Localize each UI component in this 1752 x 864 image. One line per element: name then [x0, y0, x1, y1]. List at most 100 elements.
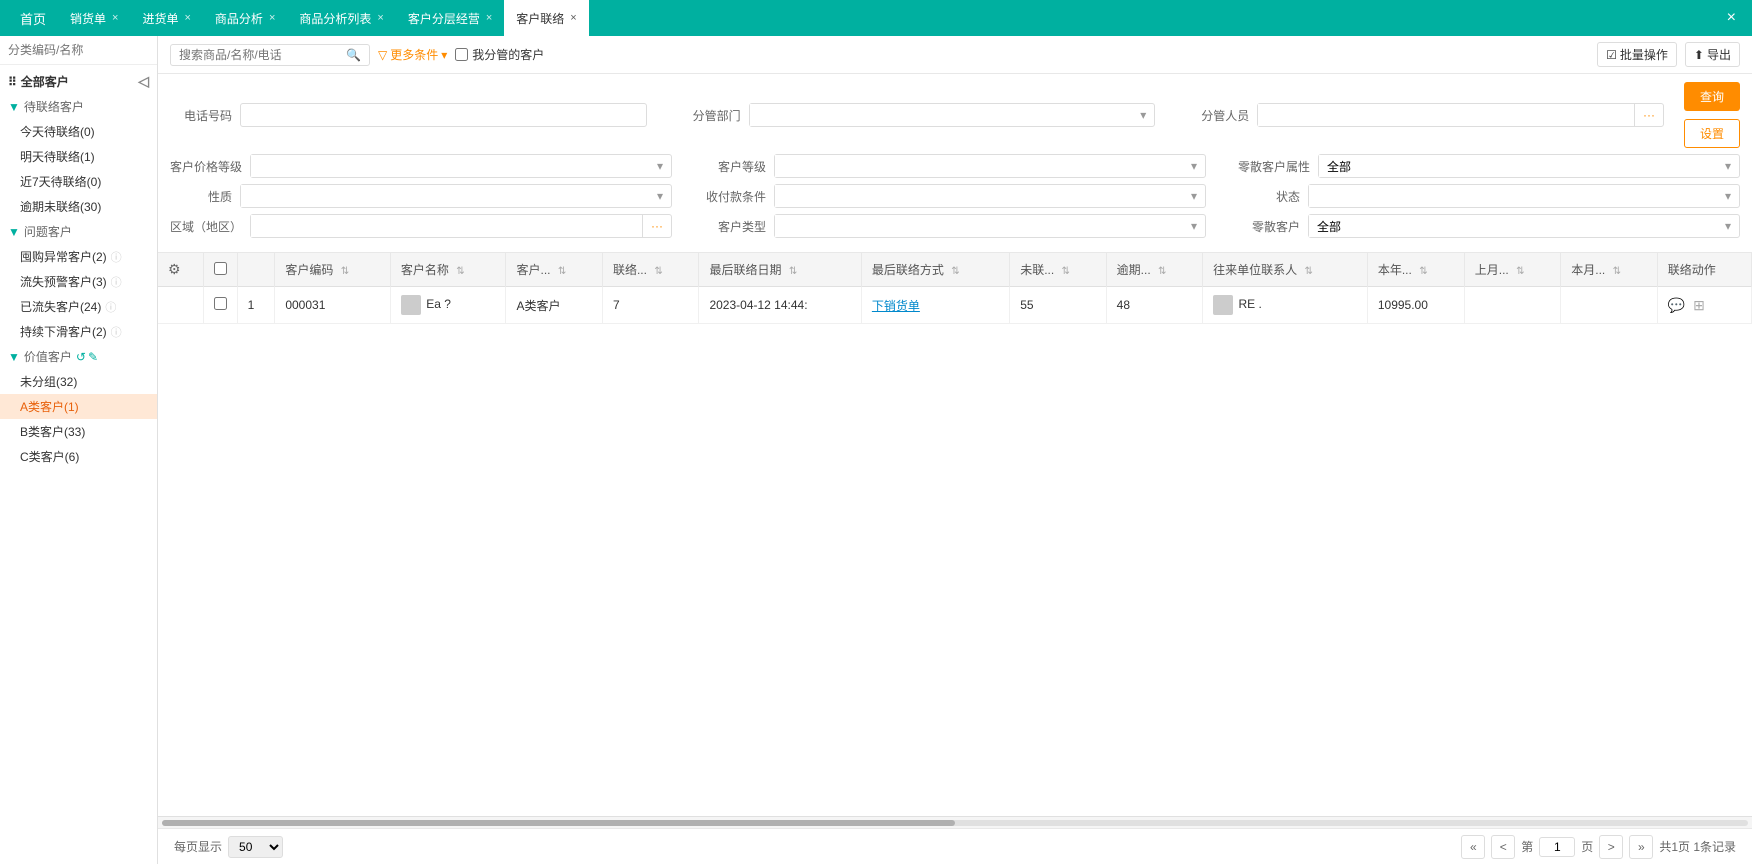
first-page-btn[interactable]: «	[1461, 835, 1485, 859]
nav-tab-contact[interactable]: 客户联络 ×	[504, 0, 588, 36]
th-overdue[interactable]: 逾期... ⇅	[1106, 253, 1202, 287]
close-sales-tab[interactable]: ×	[112, 12, 118, 24]
sort-this-month-icon[interactable]: ⇅	[1613, 266, 1621, 277]
th-last-month[interactable]: 上月... ⇅	[1464, 253, 1560, 287]
sort-last-month-icon[interactable]: ⇅	[1516, 266, 1524, 277]
settings-gear-icon[interactable]: ⚙	[168, 261, 181, 277]
my-customers-filter[interactable]: 我分管的客户	[455, 46, 544, 63]
th-last-date[interactable]: 最后联络日期 ⇅	[699, 253, 861, 287]
sidebar-item-overdue[interactable]: 逾期未联络(30)	[0, 194, 157, 219]
price-dropdown-arrow[interactable]: ▾	[649, 155, 671, 177]
sidebar-item-today[interactable]: 今天待联络(0)	[0, 119, 157, 144]
filter-retail-attr-input[interactable]	[1319, 155, 1717, 177]
close-contact-tab[interactable]: ×	[570, 12, 576, 24]
sidebar-item-hoarding[interactable]: 囤购异常客户(2) ⓘ	[0, 244, 157, 269]
sidebar-item-class-b[interactable]: B类客户(33)	[0, 419, 157, 444]
th-no-contact[interactable]: 未联... ⇅	[1010, 253, 1106, 287]
sort-contact-icon[interactable]: ⇅	[654, 266, 662, 277]
filter-cust-level-input[interactable]	[775, 155, 1183, 177]
filter-more-btn[interactable]: ▽ 更多条件 ▾	[378, 46, 447, 63]
sort-this-year-icon[interactable]: ⇅	[1419, 266, 1427, 277]
edit-value-icon[interactable]: ✎	[88, 350, 98, 364]
filter-dept-input[interactable]	[750, 104, 1133, 126]
select-all-checkbox[interactable]	[214, 262, 227, 275]
nav-tab-segment[interactable]: 客户分层经营 ×	[396, 0, 504, 36]
nature-dropdown-arrow[interactable]: ▾	[649, 185, 671, 207]
last-method-link[interactable]: 下销货单	[872, 299, 920, 313]
th-category[interactable]: 客户... ⇅	[506, 253, 602, 287]
person-dots-btn[interactable]: ···	[1634, 104, 1663, 126]
my-customers-checkbox[interactable]	[455, 48, 468, 61]
filter-retail-cust-input[interactable]	[1309, 215, 1717, 237]
page-size-select[interactable]: 20 50 100 200	[228, 836, 283, 858]
nav-home[interactable]: 首页	[8, 0, 58, 36]
sort-last-date-icon[interactable]: ⇅	[789, 266, 797, 277]
nav-tab-purchase[interactable]: 进货单 ×	[130, 0, 202, 36]
chat-action-icon[interactable]: 💬	[1668, 297, 1685, 314]
filter-payment-input[interactable]	[775, 185, 1183, 207]
retail-cust-dropdown-arrow[interactable]: ▾	[1717, 215, 1739, 237]
sidebar-collapse-icon[interactable]: ◁	[138, 73, 149, 90]
sidebar-item-class-a[interactable]: A类客户(1)	[0, 394, 157, 419]
status-dropdown-arrow[interactable]: ▾	[1717, 185, 1739, 207]
close-analysis-tab[interactable]: ×	[269, 12, 275, 24]
filter-price-select[interactable]: ▾	[250, 154, 672, 178]
filter-nature-select[interactable]: ▾	[240, 184, 672, 208]
th-name[interactable]: 客户名称 ⇅	[390, 253, 506, 287]
cust-type-dropdown-arrow[interactable]: ▾	[1183, 215, 1205, 237]
sidebar-group-value[interactable]: ▼ 价值客户 ↺ ✎	[0, 344, 157, 369]
sidebar-item-lost[interactable]: 已流失客户(24) ⓘ	[0, 294, 157, 319]
next-page-btn[interactable]: >	[1599, 835, 1623, 859]
setting-button[interactable]: 设置	[1684, 119, 1740, 148]
filter-retail-attr-select[interactable]: ▾	[1318, 154, 1740, 178]
batch-ops-button[interactable]: ☑ 批量操作	[1597, 42, 1677, 67]
horizontal-scrollbar[interactable]	[158, 816, 1752, 828]
nav-tab-analysis[interactable]: 商品分析 ×	[203, 0, 287, 36]
filter-nature-input[interactable]	[241, 185, 649, 207]
sidebar-item-class-c[interactable]: C类客户(6)	[0, 444, 157, 469]
sidebar-group-problem[interactable]: ▼ 问题客户	[0, 219, 157, 244]
filter-phone-input[interactable]	[240, 103, 647, 127]
sort-category-icon[interactable]: ⇅	[558, 266, 566, 277]
sidebar-item-7days[interactable]: 近7天待联络(0)	[0, 169, 157, 194]
filter-payment-select[interactable]: ▾	[774, 184, 1206, 208]
scrollbar-thumb[interactable]	[162, 820, 955, 826]
sidebar-search-input[interactable]	[8, 43, 158, 57]
sidebar-group-pending[interactable]: ▼ 待联络客户	[0, 94, 157, 119]
payment-dropdown-arrow[interactable]: ▾	[1183, 185, 1205, 207]
th-this-month[interactable]: 本月... ⇅	[1561, 253, 1657, 287]
filter-status-input[interactable]	[1309, 185, 1717, 207]
row-checkbox[interactable]	[214, 297, 227, 310]
filter-search-input[interactable]	[179, 48, 346, 62]
filter-person-input[interactable]	[1258, 104, 1634, 126]
sort-no-contact-icon[interactable]: ⇅	[1062, 266, 1070, 277]
th-contact[interactable]: 联络... ⇅	[602, 253, 698, 287]
last-page-btn[interactable]: »	[1629, 835, 1653, 859]
scrollbar-track[interactable]	[162, 820, 1748, 826]
prev-page-btn[interactable]: <	[1491, 835, 1515, 859]
sidebar-item-declining[interactable]: 持续下滑客户(2) ⓘ	[0, 319, 157, 344]
page-number-input[interactable]	[1539, 837, 1575, 857]
cust-level-dropdown-arrow[interactable]: ▾	[1183, 155, 1205, 177]
nav-tab-sales[interactable]: 销货单 ×	[58, 0, 130, 36]
filter-retail-cust-select[interactable]: ▾	[1308, 214, 1740, 238]
sidebar-item-ungrouped[interactable]: 未分组(32)	[0, 369, 157, 394]
sort-last-method-icon[interactable]: ⇅	[951, 266, 959, 277]
filter-cust-type-select[interactable]: ▾	[774, 214, 1206, 238]
sort-name-icon[interactable]: ⇅	[456, 266, 464, 277]
th-unit-contacts[interactable]: 往来单位联系人 ⇅	[1203, 253, 1368, 287]
sidebar-all-customers-header[interactable]: ⠿ 全部客户 ◁	[0, 65, 157, 94]
sidebar-item-loss-warning[interactable]: 流失预警客户(3) ⓘ	[0, 269, 157, 294]
filter-price-input[interactable]	[251, 155, 649, 177]
retail-attr-dropdown-arrow[interactable]: ▾	[1717, 155, 1739, 177]
filter-cust-level-select[interactable]: ▾	[774, 154, 1206, 178]
region-dots-btn[interactable]: ···	[642, 215, 671, 237]
qr-action-icon[interactable]: ⊞	[1693, 297, 1705, 314]
filter-cust-type-input[interactable]	[775, 215, 1183, 237]
sort-unit-contacts-icon[interactable]: ⇅	[1305, 266, 1313, 277]
th-last-method[interactable]: 最后联络方式 ⇅	[861, 253, 1009, 287]
filter-dept-select[interactable]: ▾	[749, 103, 1156, 127]
close-all-tabs[interactable]: ×	[1719, 9, 1744, 27]
close-segment-tab[interactable]: ×	[486, 12, 492, 24]
refresh-value-icon[interactable]: ↺	[76, 350, 86, 364]
